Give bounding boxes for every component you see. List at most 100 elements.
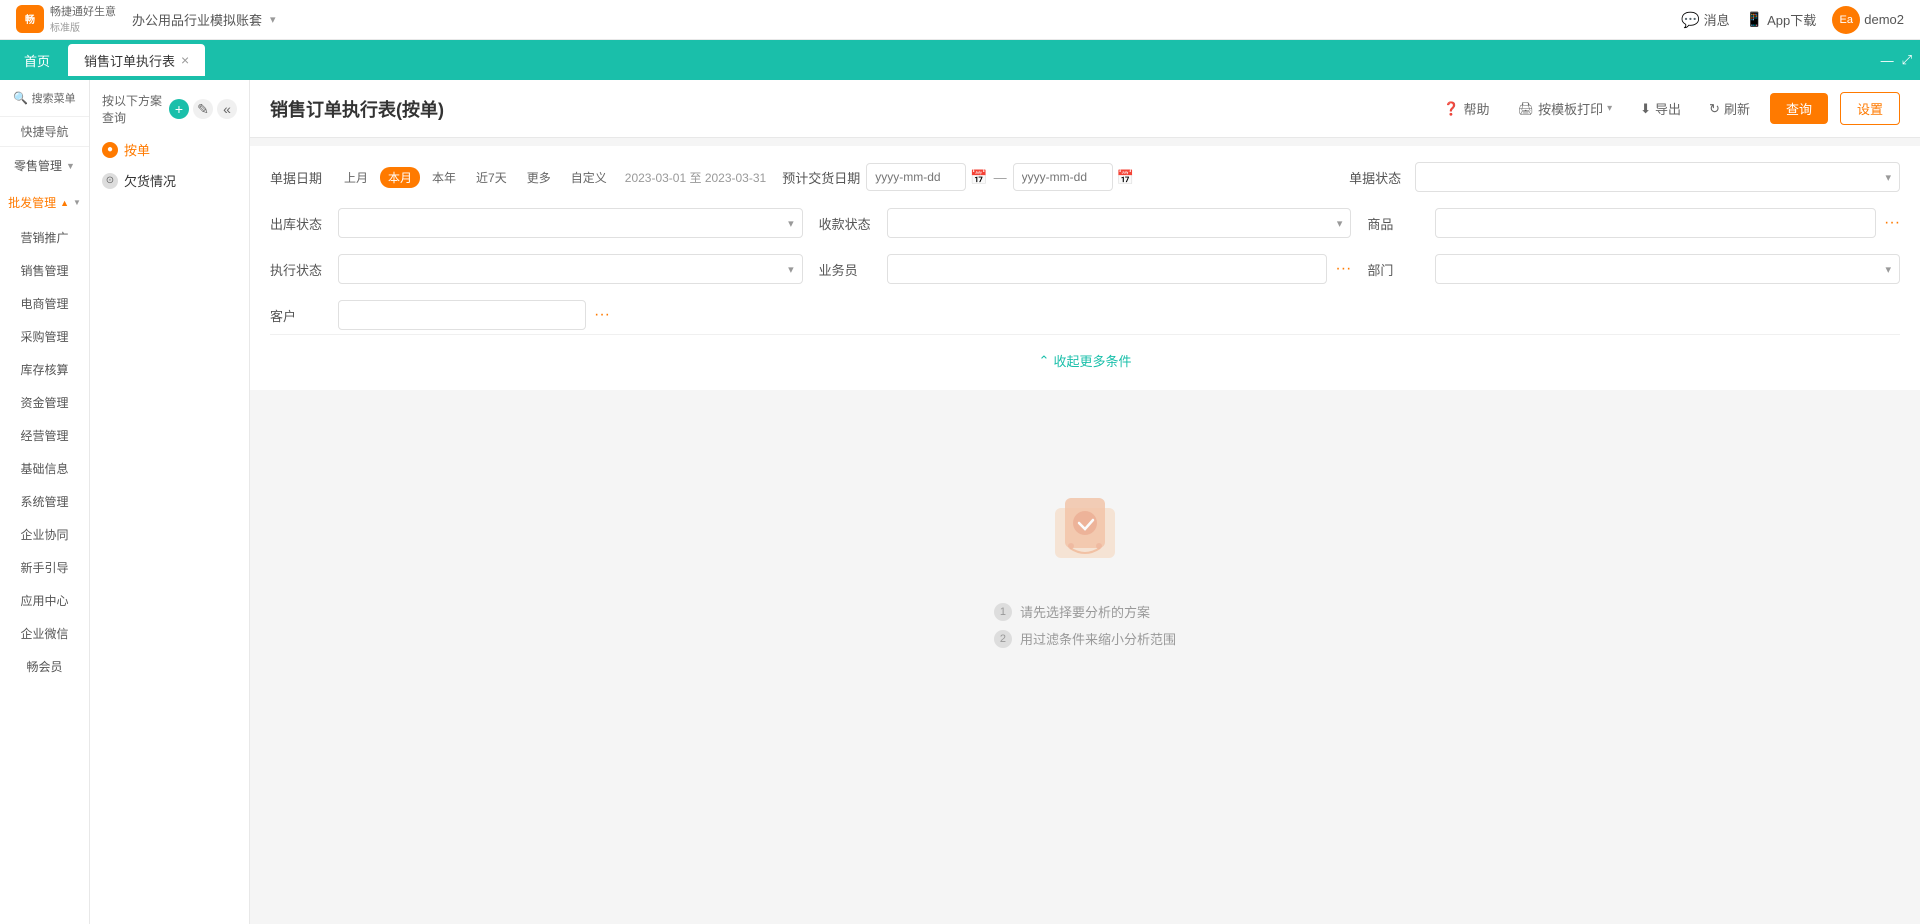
sidebar-search[interactable]: 🔍 搜索菜单 xyxy=(0,80,89,117)
filter-area: 单据日期 上月 本月 本年 近7天 更多 自定义 2023-03-01 至 20… xyxy=(250,146,1920,390)
logo-area[interactable]: 畅 畅捷通好生意 标准版 xyxy=(16,5,116,34)
app-download-label: App下载 xyxy=(1767,10,1816,29)
sidebar-wholesale-arrow: ▲ xyxy=(60,198,69,208)
user-area[interactable]: Ea demo2 xyxy=(1832,6,1904,34)
header-industry[interactable]: 办公用品行业模拟账套 xyxy=(132,10,262,29)
logo-text: 畅捷通好生意 xyxy=(50,5,116,19)
last-7-days-btn[interactable]: 近7天 xyxy=(468,167,515,188)
last-month-btn[interactable]: 上月 xyxy=(336,167,376,188)
sidebar-wechat-label: 企业微信 xyxy=(20,627,68,641)
bill-status-chevron: ▾ xyxy=(1885,171,1891,184)
left-panel-item-shortage[interactable]: ⊙ 欠货情况 xyxy=(90,165,249,196)
sidebar-basic-label: 基础信息 xyxy=(20,462,68,476)
empty-steps: 1 请先选择要分析的方案 2 用过滤条件来缩小分析范围 xyxy=(994,602,1176,648)
sidebar-guide-label: 新手引导 xyxy=(20,561,68,575)
exec-status-label: 执行状态 xyxy=(270,260,330,279)
step-2-num: 2 xyxy=(994,630,1012,648)
expected-date-end[interactable] xyxy=(1013,163,1113,191)
custom-btn[interactable]: 自定义 xyxy=(563,167,615,188)
export-btn[interactable]: ⬇ 导出 xyxy=(1632,95,1689,122)
app-download-btn[interactable]: 📱 App下载 xyxy=(1746,10,1817,29)
sidebar-item-guide[interactable]: 新手引导 xyxy=(0,551,89,584)
app-download-icon: 📱 xyxy=(1746,11,1763,28)
main-content: 销售订单执行表(按单) ❓ 帮助 🖨 按模板打印 ▾ ⬇ 导出 xyxy=(250,80,1920,924)
shipment-status-label: 出库状态 xyxy=(270,214,330,233)
customer-input[interactable] xyxy=(338,300,586,330)
sidebar-item-finance[interactable]: 资金管理 xyxy=(0,386,89,419)
by-order-icon: ● xyxy=(102,142,118,158)
industry-dropdown-icon[interactable]: ▾ xyxy=(270,13,276,26)
empty-state: 1 请先选择要分析的方案 2 用过滤条件来缩小分析范围 xyxy=(250,398,1920,728)
sidebar-item-collab[interactable]: 企业协同 xyxy=(0,518,89,551)
header-left: 畅 畅捷通好生意 标准版 办公用品行业模拟账套 ▾ xyxy=(16,5,276,34)
help-btn[interactable]: ❓ 帮助 xyxy=(1435,95,1497,122)
sidebar-item-ecommerce[interactable]: 电商管理 xyxy=(0,287,89,320)
expected-date-start[interactable] xyxy=(866,163,966,191)
refresh-btn[interactable]: ↻ 刷新 xyxy=(1701,95,1758,122)
sidebar-item-system[interactable]: 系统管理 xyxy=(0,485,89,518)
message-btn[interactable]: 💬 消息 xyxy=(1681,10,1730,29)
shipment-chevron: ▾ xyxy=(788,217,794,230)
goods-dots[interactable]: ··· xyxy=(1884,214,1900,232)
sidebar-item-purchase[interactable]: 采购管理 xyxy=(0,320,89,353)
salesperson-dots[interactable]: ··· xyxy=(1335,260,1351,278)
payment-status-select[interactable]: ▾ xyxy=(887,208,1352,238)
this-month-btn[interactable]: 本月 xyxy=(380,167,420,188)
expected-date-end-wrap: 📅 xyxy=(1013,163,1134,191)
collapse-more-btn[interactable]: ⌃ 收起更多条件 xyxy=(270,343,1900,374)
bill-status-select[interactable]: ▾ xyxy=(1415,162,1900,192)
left-panel: 按以下方案查询 + ✎ « ● 按单 xyxy=(90,80,250,924)
tab-maximize-icon[interactable]: ⤢ xyxy=(1902,52,1912,68)
department-select[interactable]: ▾ xyxy=(1435,254,1900,284)
exec-status-select[interactable]: ▾ xyxy=(338,254,803,284)
query-btn[interactable]: 查询 xyxy=(1770,93,1828,124)
sidebar-quick-nav[interactable]: 快捷导航 xyxy=(0,117,89,147)
payment-chevron: ▾ xyxy=(1337,217,1343,230)
sidebar-item-member[interactable]: 畅会员 xyxy=(0,650,89,683)
goods-input[interactable] xyxy=(1435,208,1876,238)
tab-home[interactable]: 首页 xyxy=(8,44,66,76)
sidebar-item-retail[interactable]: 零售管理 ▼ xyxy=(0,147,89,184)
salesperson-input[interactable] xyxy=(887,254,1328,284)
sidebar-item-operations[interactable]: 经营管理 xyxy=(0,419,89,452)
sidebar-item-wechat[interactable]: 企业微信 xyxy=(0,617,89,650)
salesperson-label: 业务员 xyxy=(819,260,879,279)
sidebar-item-sales[interactable]: 销售管理 xyxy=(0,254,89,287)
tab-active[interactable]: 销售订单执行表 × xyxy=(68,44,205,76)
date-start-icon: 📅 xyxy=(970,169,987,186)
sidebar-member-label: 畅会员 xyxy=(26,660,62,674)
settings-btn[interactable]: 设置 xyxy=(1840,92,1900,125)
add-scheme-btn[interactable]: + xyxy=(169,99,189,119)
help-label: 帮助 xyxy=(1464,99,1490,118)
this-year-btn[interactable]: 本年 xyxy=(424,167,464,188)
tab-minimize-icon[interactable]: — xyxy=(1881,53,1894,68)
print-btn[interactable]: 🖨 按模板打印 ▾ xyxy=(1510,95,1621,122)
left-panel-actions: + ✎ « xyxy=(169,99,237,119)
left-panel-header: 按以下方案查询 + ✎ « xyxy=(90,92,249,134)
shipment-status-select[interactable]: ▾ xyxy=(338,208,803,238)
sidebar-marketing-label: 营销推广 xyxy=(20,231,68,245)
sidebar-nav-label: 快捷导航 xyxy=(20,125,68,139)
date-end-icon: 📅 xyxy=(1117,169,1134,186)
sidebar-item-basic[interactable]: 基础信息 xyxy=(0,452,89,485)
edit-scheme-btn[interactable]: ✎ xyxy=(193,99,213,119)
sidebar-wholesale-label: 批发管理 xyxy=(8,194,56,211)
sidebar-item-inventory[interactable]: 库存核算 xyxy=(0,353,89,386)
sidebar-item-appcenter[interactable]: 应用中心 xyxy=(0,584,89,617)
tab-bar: 首页 销售订单执行表 × — ⤢ xyxy=(0,40,1920,80)
tab-close-icon[interactable]: × xyxy=(181,53,189,67)
sidebar-finance-label: 资金管理 xyxy=(20,396,68,410)
left-panel-item-by-order[interactable]: ● 按单 xyxy=(90,134,249,165)
sidebar-item-marketing[interactable]: 营销推广 xyxy=(0,221,89,254)
shipment-status-group: 出库状态 ▾ xyxy=(270,208,803,238)
sidebar-item-wholesale[interactable]: 批发管理 ▲ xyxy=(0,184,89,221)
customer-dots[interactable]: ··· xyxy=(594,306,610,324)
empty-step-1: 1 请先选择要分析的方案 xyxy=(994,602,1176,621)
empty-step-2: 2 用过滤条件来缩小分析范围 xyxy=(994,629,1176,648)
exec-status-group: 执行状态 ▾ xyxy=(270,254,803,284)
goods-group: 商品 ··· xyxy=(1367,208,1900,238)
collapse-panel-btn[interactable]: « xyxy=(217,99,237,119)
more-btn[interactable]: 更多 xyxy=(519,167,559,188)
exec-chevron: ▾ xyxy=(788,263,794,276)
filter-row-1: 单据日期 上月 本月 本年 近7天 更多 自定义 2023-03-01 至 20… xyxy=(270,162,1900,192)
